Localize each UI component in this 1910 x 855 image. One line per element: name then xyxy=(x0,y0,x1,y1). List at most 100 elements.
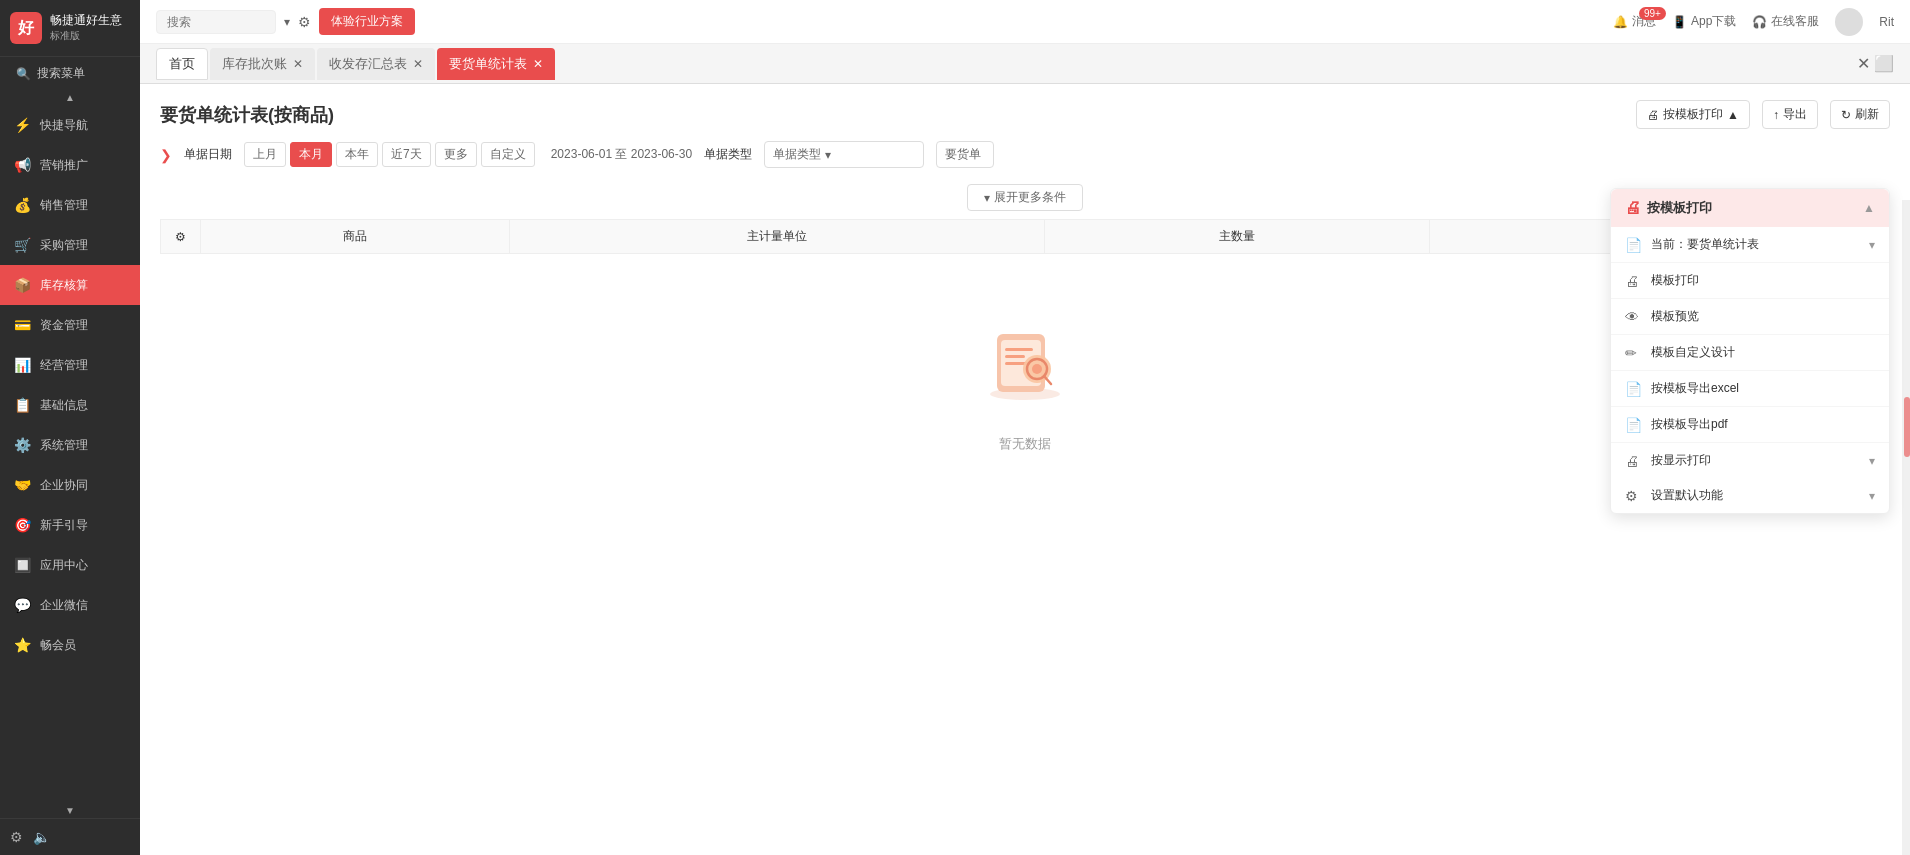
expand-more-icon: ▾ xyxy=(984,191,990,205)
expand-more-button[interactable]: ▾ 展开更多条件 xyxy=(967,184,1083,211)
tab-order-stats-close[interactable]: ✕ xyxy=(533,57,543,71)
tab-collection-summary[interactable]: 收发存汇总表 ✕ xyxy=(317,48,435,80)
phone-icon: 📱 xyxy=(1672,15,1687,29)
sales-icon: 💰 xyxy=(12,195,32,215)
tab-batch-accounts[interactable]: 库存批次账 ✕ xyxy=(210,48,315,80)
type-select[interactable]: 单据类型 ▾ xyxy=(764,141,924,168)
window-close-btn[interactable]: ✕ xyxy=(1857,54,1870,73)
sidebar-item-purchase[interactable]: 🛒 采购管理 xyxy=(0,225,140,265)
system-icon: ⚙️ xyxy=(12,435,32,455)
printer-header-icon: 🖨 xyxy=(1625,199,1641,217)
filter-collapse-arrow[interactable]: ❯ xyxy=(160,147,172,163)
app-download-button[interactable]: 📱 App下载 xyxy=(1672,13,1736,30)
export-pdf-icon: 📄 xyxy=(1625,417,1643,433)
dropdown-item-template-custom[interactable]: ✏ 模板自定义设计 xyxy=(1611,335,1889,371)
sidebar-item-label: 经营管理 xyxy=(40,357,88,374)
settings-icon: ⚙ xyxy=(175,230,186,244)
printer-icon: 🖨 xyxy=(1647,108,1659,122)
sidebar-scroll-down-btn[interactable]: ▼ xyxy=(0,803,140,818)
avatar[interactable] xyxy=(1835,8,1863,36)
filter-area: ❯ 单据日期 上月 本月 本年 近7天 更多 自定义 2023-06-01 至 … xyxy=(140,129,1910,180)
tab-collection-summary-close[interactable]: ✕ xyxy=(413,57,423,71)
username-label: Rit xyxy=(1879,15,1894,29)
template-print-button[interactable]: 🖨 按模板打印 ▲ xyxy=(1636,100,1750,129)
tab-batch-accounts-close[interactable]: ✕ xyxy=(293,57,303,71)
date-btn-this-year[interactable]: 本年 xyxy=(336,142,378,167)
template-preview-item-label: 模板预览 xyxy=(1651,308,1699,325)
export-label: 导出 xyxy=(1783,106,1807,123)
topbar-dropdown-arrow[interactable]: ▾ xyxy=(284,15,290,29)
sidebar-scroll-up-btn[interactable]: ▲ xyxy=(0,90,140,105)
topbar-gear-icon[interactable]: ⚙ xyxy=(298,14,311,30)
sidebar-item-marketing[interactable]: 📢 营销推广 xyxy=(0,145,140,185)
dropdown-item-display-print[interactable]: 🖨 按显示打印 ▾ xyxy=(1611,443,1889,478)
date-btn-last-month[interactable]: 上月 xyxy=(244,142,286,167)
tab-collection-summary-label: 收发存汇总表 xyxy=(329,55,407,73)
dropdown-current-label: 当前：要货单统计表 xyxy=(1651,236,1759,253)
date-btn-more[interactable]: 更多 xyxy=(435,142,477,167)
right-scrollbar[interactable] xyxy=(1902,200,1910,855)
dropdown-expand-icon[interactable]: ▲ xyxy=(1863,201,1875,215)
tab-order-stats-label: 要货单统计表 xyxy=(449,55,527,73)
service-button[interactable]: 🎧 在线客服 xyxy=(1752,13,1819,30)
sidebar-item-label: 应用中心 xyxy=(40,557,88,574)
current-template-icon: 📄 xyxy=(1625,237,1643,253)
messages-button[interactable]: 🔔 消息 99+ xyxy=(1613,13,1656,30)
sidebar-item-quick-nav[interactable]: ⚡ 快捷导航 xyxy=(0,105,140,145)
refresh-button[interactable]: ↻ 刷新 xyxy=(1830,100,1890,129)
sidebar-settings-icon[interactable]: ⚙ xyxy=(10,829,23,845)
content-area: 要货单统计表(按商品) 🖨 按模板打印 ▲ ↑ 导出 ↻ 刷新 xyxy=(140,84,1910,855)
sidebar-item-sales[interactable]: 💰 销售管理 xyxy=(0,185,140,225)
chevron-up-icon: ▲ xyxy=(1727,108,1739,122)
col-quantity: 主数量 xyxy=(1045,220,1429,254)
export-pdf-item-label: 按模板导出pdf xyxy=(1651,416,1728,433)
tab-home[interactable]: 首页 xyxy=(156,48,208,80)
date-btn-this-month[interactable]: 本月 xyxy=(290,142,332,167)
date-btn-7days[interactable]: 近7天 xyxy=(382,142,431,167)
sidebar-item-operations[interactable]: 📊 经营管理 xyxy=(0,345,140,385)
dropdown-item-template-print[interactable]: 🖨 模板打印 xyxy=(1611,263,1889,299)
default-setting-item-label: 设置默认功能 xyxy=(1651,487,1723,504)
guide-icon: 🎯 xyxy=(12,515,32,535)
export-excel-item-label: 按模板导出excel xyxy=(1651,380,1739,397)
dropdown-current[interactable]: 📄 当前：要货单统计表 ▾ xyxy=(1611,227,1889,263)
col-checkbox[interactable]: ⚙ xyxy=(161,220,201,254)
sidebar-item-apps[interactable]: 🔲 应用中心 xyxy=(0,545,140,585)
sidebar-item-system[interactable]: ⚙️ 系统管理 xyxy=(0,425,140,465)
topbar-search-input[interactable] xyxy=(156,10,276,34)
sidebar-item-finance[interactable]: 💳 资金管理 xyxy=(0,305,140,345)
topbar: ▾ ⚙ 体验行业方案 🔔 消息 99+ 📱 App下载 🎧 在线客服 Rit xyxy=(140,0,1910,44)
template-custom-item-label: 模板自定义设计 xyxy=(1651,344,1735,361)
expand-more-label: 展开更多条件 xyxy=(994,189,1066,206)
template-custom-icon: ✏ xyxy=(1625,345,1643,361)
sidebar-item-collab[interactable]: 🤝 企业协同 xyxy=(0,465,140,505)
sidebar-item-guide[interactable]: 🎯 新手引导 xyxy=(0,505,140,545)
sidebar-sound-icon[interactable]: 🔈 xyxy=(33,829,50,845)
sidebar-item-label: 快捷导航 xyxy=(40,117,88,134)
date-btn-custom[interactable]: 自定义 xyxy=(481,142,535,167)
inventory-icon: 📦 xyxy=(12,275,32,295)
sidebar-item-base[interactable]: 📋 基础信息 xyxy=(0,385,140,425)
sidebar-item-member[interactable]: ⭐ 畅会员 xyxy=(0,625,140,665)
headset-icon: 🎧 xyxy=(1752,15,1767,29)
dropdown-item-template-preview[interactable]: 👁 模板预览 xyxy=(1611,299,1889,335)
dropdown-item-default-setting[interactable]: ⚙ 设置默认功能 ▾ xyxy=(1611,478,1889,513)
sidebar-nav: ⚡ 快捷导航 📢 营销推广 💰 销售管理 🛒 采购管理 📦 库存核算 💳 资金管… xyxy=(0,105,140,803)
type-filter-label: 单据类型 xyxy=(704,146,752,163)
trial-button[interactable]: 体验行业方案 xyxy=(319,8,415,35)
goods-label: 要货单 xyxy=(945,146,981,163)
dropdown-item-export-pdf[interactable]: 📄 按模板导出pdf xyxy=(1611,407,1889,443)
app-download-label: App下载 xyxy=(1691,13,1736,30)
logo-subtitle: 标准版 xyxy=(50,29,122,43)
scrollbar-thumb xyxy=(1904,397,1910,457)
dropdown-item-export-excel[interactable]: 📄 按模板导出excel xyxy=(1611,371,1889,407)
sidebar-item-wechat[interactable]: 💬 企业微信 xyxy=(0,585,140,625)
sidebar-item-inventory[interactable]: 📦 库存核算 xyxy=(0,265,140,305)
tab-order-stats[interactable]: 要货单统计表 ✕ xyxy=(437,48,555,80)
display-print-chevron-icon: ▾ xyxy=(1869,454,1875,468)
goods-select[interactable]: 要货单 xyxy=(936,141,994,168)
sidebar-search-label: 搜索菜单 xyxy=(37,65,85,82)
export-button[interactable]: ↑ 导出 xyxy=(1762,100,1818,129)
window-expand-btn[interactable]: ⬜ xyxy=(1874,54,1894,73)
sidebar-search[interactable]: 🔍 搜索菜单 xyxy=(0,57,140,90)
